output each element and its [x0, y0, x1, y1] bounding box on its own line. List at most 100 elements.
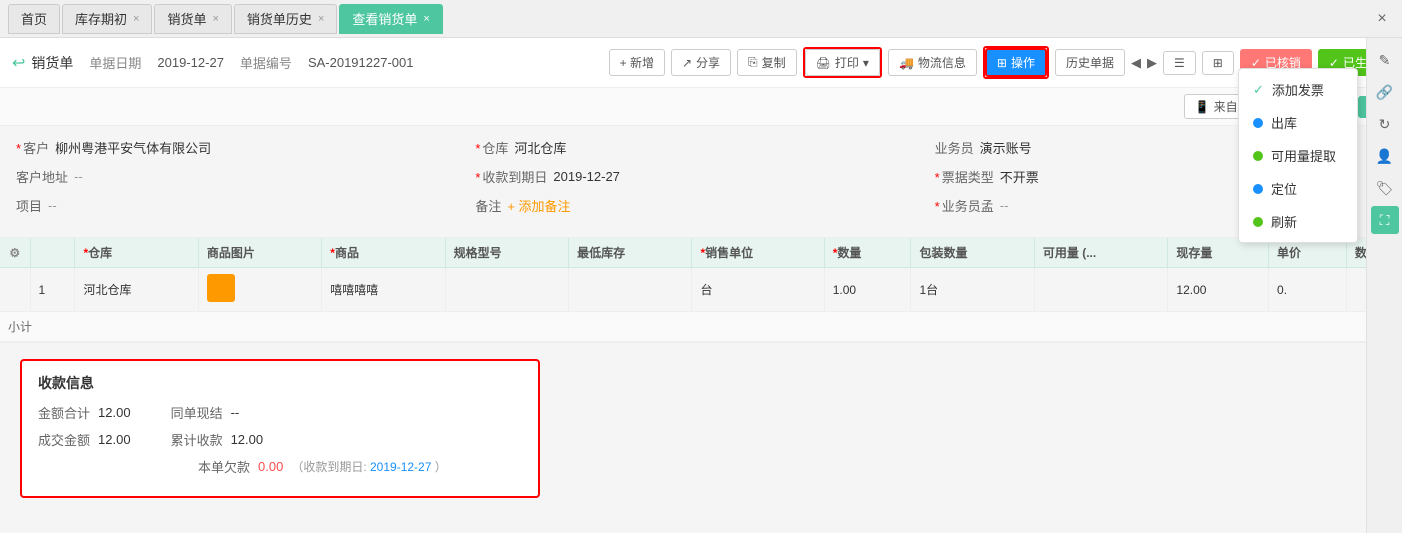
copy-label: 复制: [762, 54, 786, 71]
toolbar-row: 📱 来自手机 ● 未开票 ✓: [0, 88, 1402, 126]
tab-bar: 首页 库存期初 × 销货单 × 销货单历史 × 查看销货单 × ×: [0, 0, 1402, 38]
col-gear: ⚙: [0, 238, 30, 268]
subtotal-label: 小计: [8, 320, 32, 334]
row-unit-price: 0.: [1269, 268, 1347, 312]
total-label: 金额合计: [38, 403, 90, 422]
same-order-label: 同单现结: [171, 403, 223, 422]
col-available: 可用量 (...: [1034, 238, 1168, 268]
subtotal-row: 小计: [0, 312, 1402, 342]
form-section: 客户 柳州粤港平安气体有限公司 仓库 河北仓库 业务员 演示账号 客户地址: [0, 126, 1402, 238]
sidebar-tag-btn[interactable]: 🏷: [1371, 174, 1399, 202]
dropdown-add-invoice[interactable]: ✓ 添加发票: [1239, 73, 1357, 106]
print-dropdown-arrow: ▾: [863, 56, 869, 70]
form-row-2: 客户地址 -- 收款到期日 2019-12-27 票据类型 不开票: [16, 167, 1386, 186]
doc-type-icon: ↩: [12, 53, 25, 73]
tab-inventory-close[interactable]: ×: [133, 13, 139, 25]
table-row: 1 河北仓库 嘻嘻嘻嘻 台 1.00 1台 12: [0, 268, 1402, 312]
available-dot: [1253, 151, 1263, 161]
salesman-value: --: [1000, 198, 1009, 213]
product-table: ⚙ *仓库 商品图片 *商品 规格型号 最低库存 *销售单位 *数量 包装数量 …: [0, 238, 1402, 342]
share-button[interactable]: ↗ 分享: [671, 49, 731, 76]
add-invoice-check-icon: ✓: [1253, 82, 1264, 98]
view-toggle-list[interactable]: ☰: [1163, 51, 1196, 75]
phone-icon: 📱: [1195, 100, 1210, 114]
locate-label: 定位: [1271, 179, 1297, 198]
operations-button-wrap: ⊞ 操作: [983, 46, 1049, 79]
print-button[interactable]: 🖨 打印 ▾: [805, 49, 880, 76]
new-button[interactable]: + 新增: [609, 49, 665, 76]
dropdown-outbound[interactable]: 出库: [1239, 106, 1357, 139]
product-thumbnail: [207, 274, 235, 302]
due-date-field: 收款到期日 2019-12-27: [475, 167, 926, 186]
sidebar-edit-btn[interactable]: ✎: [1371, 46, 1399, 74]
doc-title: ↩ 销货单: [12, 53, 73, 73]
tab-inventory-label: 库存期初: [75, 9, 127, 28]
window-close-button[interactable]: ×: [1370, 7, 1394, 31]
col-product: *商品: [322, 238, 445, 268]
row-min-stock: [569, 268, 692, 312]
dropdown-locate[interactable]: 定位: [1239, 172, 1357, 205]
share-icon: ↗: [682, 56, 692, 70]
row-pack-qty: 1台: [911, 268, 1034, 312]
sidebar-link-btn[interactable]: 🔗: [1371, 78, 1399, 106]
project-value: --: [48, 198, 57, 213]
row-product-img: [198, 268, 321, 312]
operations-dropdown: ✓ 添加发票 出库 可用量提取 定位 刷新: [1238, 68, 1358, 243]
row-quantity: 1.00: [824, 268, 911, 312]
ops-label: 操作: [1011, 54, 1035, 71]
address-field: 客户地址 --: [16, 167, 467, 186]
remark-label: 备注: [475, 196, 501, 215]
payment-area: 收款信息 金额合计 12.00 同单现结 -- 成交金额: [0, 343, 1402, 514]
col-product-img: 商品图片: [198, 238, 321, 268]
dropdown-refresh[interactable]: 刷新: [1239, 205, 1357, 238]
right-sidebar: ✎ 🔗 ↻ 👤 🏷 ⛶: [1366, 38, 1402, 533]
transaction-label: 成交金额: [38, 430, 90, 449]
address-value: --: [74, 169, 83, 184]
tab-sales-history-close[interactable]: ×: [318, 13, 324, 25]
copy-icon: ⎘: [748, 55, 758, 70]
nav-prev-icon[interactable]: ◀: [1131, 55, 1141, 71]
ticket-label: 票据类型: [935, 167, 994, 186]
tab-sales-order[interactable]: 销货单 ×: [154, 4, 231, 34]
transaction-value: 12.00: [98, 432, 131, 447]
row-available: [1034, 268, 1168, 312]
payment-row-3: 本单欠款 0.00 （收款到期日: 2019-12-27 ）: [38, 457, 522, 476]
form-row-3: 项目 -- 备注 + 添加备注 业务员孟 --: [16, 196, 1386, 215]
tab-view-sales[interactable]: 查看销货单 ×: [339, 4, 442, 34]
operations-button[interactable]: ⊞ 操作: [985, 48, 1047, 77]
view-toggle-grid[interactable]: ⊞: [1202, 51, 1234, 75]
tab-sales-order-close[interactable]: ×: [212, 13, 218, 25]
date-value: 2019-12-27: [157, 55, 224, 70]
salesman-label: 业务员孟: [935, 196, 994, 215]
balance-due-date: 2019-12-27: [370, 460, 431, 474]
print-button-wrap: 🖨 打印 ▾: [803, 47, 882, 78]
copy-button[interactable]: ⎘ 复制: [737, 49, 797, 76]
print-icon: 🖨: [816, 56, 831, 70]
tab-sales-history[interactable]: 销货单历史 ×: [234, 4, 337, 34]
sidebar-expand-btn[interactable]: ⛶: [1371, 206, 1399, 234]
warehouse-field: 仓库 河北仓库: [475, 138, 926, 157]
refresh-label: 刷新: [1271, 212, 1297, 231]
col-num: [30, 238, 75, 268]
transaction-item: 成交金额 12.00: [38, 430, 131, 449]
tab-inventory[interactable]: 库存期初 ×: [62, 4, 152, 34]
nav-next-icon[interactable]: ▶: [1147, 55, 1157, 71]
project-field: 项目 --: [16, 196, 467, 215]
history-button[interactable]: 历史单据: [1055, 49, 1125, 76]
staff-label: 业务员: [935, 138, 974, 157]
sidebar-refresh-btn[interactable]: ↻: [1371, 110, 1399, 138]
date-label: 单据日期: [89, 53, 141, 72]
dropdown-available-pick[interactable]: 可用量提取: [1239, 139, 1357, 172]
payment-row-2: 成交金额 12.00 累计收款 12.00: [38, 430, 522, 449]
history-label: 历史单据: [1066, 54, 1114, 71]
row-product: 嘻嘻嘻嘻: [322, 268, 445, 312]
tab-home[interactable]: 首页: [8, 4, 60, 34]
balance-value: 0.00: [258, 459, 283, 474]
tab-view-sales-close[interactable]: ×: [423, 13, 429, 25]
logistics-button[interactable]: 🚚 物流信息: [888, 49, 977, 76]
sidebar-user-btn[interactable]: 👤: [1371, 142, 1399, 170]
total-value: 12.00: [98, 405, 131, 420]
warehouse-label: 仓库: [475, 138, 508, 157]
ops-icon: ⊞: [997, 56, 1007, 70]
add-note-button[interactable]: + 添加备注: [507, 196, 570, 215]
